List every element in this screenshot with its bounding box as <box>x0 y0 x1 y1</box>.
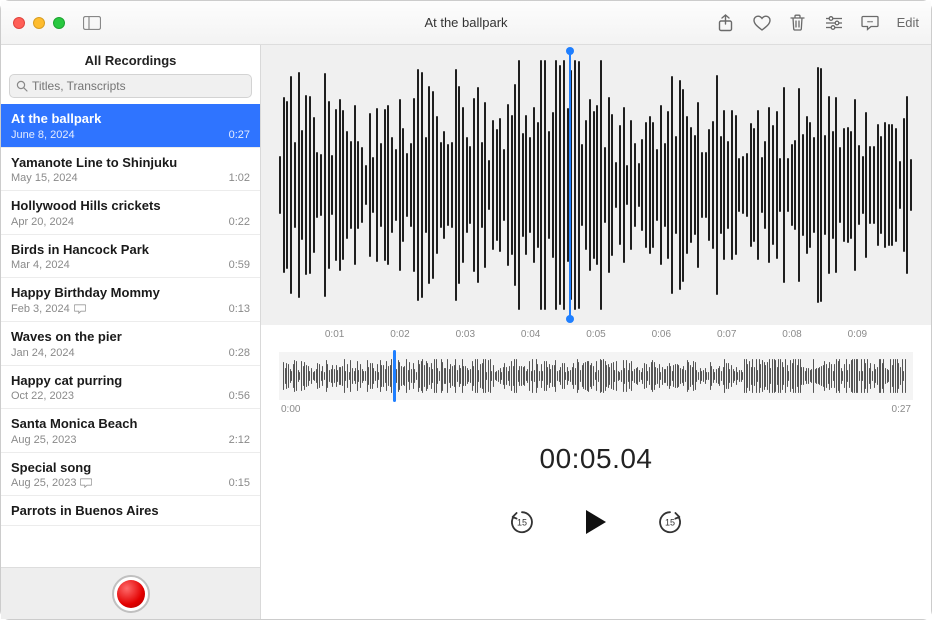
window-title: At the ballpark <box>424 15 507 30</box>
delete-button[interactable] <box>789 14 807 32</box>
recording-date: Mar 4, 2024 <box>11 259 70 271</box>
recording-title: Birds in Hancock Park <box>11 242 250 258</box>
recording-date: Feb 3, 2024 <box>11 303 86 315</box>
minimize-window[interactable] <box>33 17 45 29</box>
skip-forward-button[interactable]: 15 <box>655 507 685 537</box>
recording-title: Santa Monica Beach <box>11 416 250 432</box>
recording-duration: 0:13 <box>229 303 250 315</box>
recording-title: Special song <box>11 460 250 476</box>
recording-title: Yamanote Line to Shinjuku <box>11 155 250 171</box>
playback-controls: 15 15 <box>261 507 931 537</box>
recording-row[interactable]: Hollywood Hills crickets Apr 20, 2024 0:22 <box>1 191 260 235</box>
record-button[interactable] <box>112 575 150 613</box>
recording-row[interactable]: Happy cat purringOct 22, 2023 0:56 <box>1 366 260 410</box>
recording-title: Parrots in Buenos Aires <box>11 503 250 519</box>
detail-pane: 0:01 0:02 0:03 0:04 0:05 0:06 0:07 0:08 0:09 0:0… <box>261 45 931 619</box>
recording-date: Aug 25, 2023 <box>11 477 92 489</box>
close-window[interactable] <box>13 17 25 29</box>
ruler-tick: 0:05 <box>586 329 605 340</box>
ruler-tick: 0:06 <box>652 329 671 340</box>
sidebar-header: All Recordings <box>1 45 260 74</box>
recording-row[interactable]: Birds in Hancock ParkMar 4, 2024 0:59 <box>1 235 260 279</box>
sidebar: All Recordings At the ballpark June 8, 20… <box>1 45 261 619</box>
recording-row[interactable]: Santa Monica Beach Aug 25, 2023 2:12 <box>1 409 260 453</box>
transcript-badge-icon <box>74 304 86 314</box>
overview-start-time: 0:00 <box>281 404 300 415</box>
svg-text:15: 15 <box>517 518 527 528</box>
waveform-editor[interactable] <box>261 45 931 325</box>
sidebar-icon <box>83 14 101 32</box>
recording-duration: 0:28 <box>229 347 250 359</box>
timecode: 00:05.04 <box>261 443 931 475</box>
ruler-tick: 0:04 <box>521 329 540 340</box>
svg-text:•••: ••• <box>867 19 873 25</box>
recording-row[interactable]: Happy Birthday Mommy Feb 3, 2024 0:13 <box>1 278 260 322</box>
recordings-list: At the ballpark June 8, 2024 0:27 Yamanote … <box>1 104 260 567</box>
fullscreen-window[interactable] <box>53 17 65 29</box>
share-button[interactable] <box>717 14 735 32</box>
ruler-tick: 0:03 <box>456 329 475 340</box>
search-icon <box>16 80 28 92</box>
recording-title: Happy cat purring <box>11 373 250 389</box>
ruler-tick: 0:07 <box>717 329 736 340</box>
ruler-tick: 0:09 <box>848 329 867 340</box>
time-ruler: 0:01 0:02 0:03 0:04 0:05 0:06 0:07 0:08 0:09 <box>261 325 931 348</box>
recording-row[interactable]: Special songAug 25, 2023 0:15 <box>1 453 260 497</box>
sidebar-toggle-button[interactable] <box>83 14 101 32</box>
recording-duration: 0:15 <box>229 477 250 489</box>
ruler-tick: 0:01 <box>325 329 344 340</box>
recording-duration: 1:02 <box>229 172 250 184</box>
record-bar <box>1 567 260 619</box>
recording-title: At the ballpark <box>11 111 250 127</box>
recording-date: Apr 20, 2024 <box>11 216 74 228</box>
playhead[interactable] <box>569 49 571 321</box>
recording-row[interactable]: Parrots in Buenos Aires <box>1 496 260 526</box>
recording-row[interactable]: Waves on the pier Jan 24, 2024 0:28 <box>1 322 260 366</box>
recording-date: Oct 22, 2023 <box>11 390 74 402</box>
transcript-badge-icon <box>80 478 92 488</box>
skip-back-button[interactable]: 15 <box>507 507 537 537</box>
recording-duration: 0:56 <box>229 390 250 402</box>
waveform-overview[interactable] <box>279 352 913 400</box>
recording-duration: 2:12 <box>229 434 250 446</box>
recording-title: Happy Birthday Mommy <box>11 285 250 301</box>
favorite-button[interactable] <box>753 14 771 32</box>
recording-title: Waves on the pier <box>11 329 250 345</box>
recording-row[interactable]: At the ballpark June 8, 2024 0:27 <box>1 104 260 148</box>
recording-date: May 15, 2024 <box>11 172 78 184</box>
recording-duration: 0:27 <box>229 129 250 141</box>
svg-text:15: 15 <box>665 518 675 528</box>
recording-date: June 8, 2024 <box>11 129 75 141</box>
play-button[interactable] <box>581 507 611 537</box>
ruler-tick: 0:02 <box>390 329 409 340</box>
search-input[interactable] <box>32 79 245 93</box>
recording-duration: 0:22 <box>229 216 250 228</box>
recording-title: Hollywood Hills crickets <box>11 198 250 214</box>
ruler-tick: 0:08 <box>782 329 801 340</box>
window-controls <box>13 17 65 29</box>
transcript-button[interactable]: ••• <box>861 14 879 32</box>
recording-date: Jan 24, 2024 <box>11 347 75 359</box>
overview-end-time: 0:27 <box>892 404 911 415</box>
overview-playhead[interactable] <box>393 350 396 402</box>
record-icon <box>117 580 145 608</box>
search-field[interactable] <box>9 74 252 98</box>
edit-button[interactable]: Edit <box>897 15 919 30</box>
settings-sliders-button[interactable] <box>825 14 843 32</box>
recording-date: Aug 25, 2023 <box>11 434 76 446</box>
recording-row[interactable]: Yamanote Line to ShinjukuMay 15, 2024 1:0… <box>1 148 260 192</box>
recording-duration: 0:59 <box>229 259 250 271</box>
titlebar: At the ballpark ••• Edit <box>1 1 931 45</box>
